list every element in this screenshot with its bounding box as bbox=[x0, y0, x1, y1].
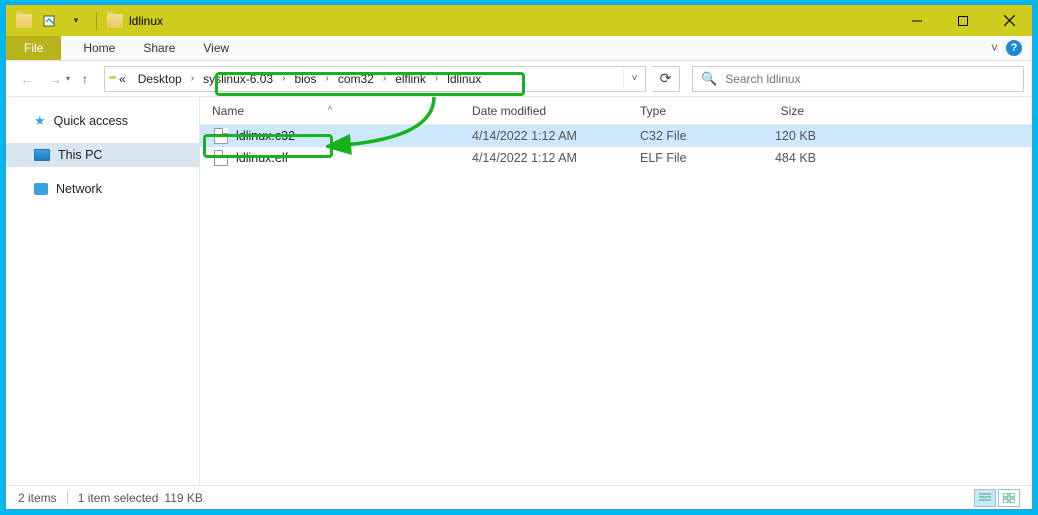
chevron-right-icon[interactable]: › bbox=[380, 67, 389, 91]
navigation-pane: ★ Quick access This PC Network bbox=[6, 97, 200, 485]
details-view-button[interactable] bbox=[974, 489, 996, 507]
nav-item-label: Network bbox=[56, 182, 102, 196]
file-type: ELF File bbox=[640, 151, 740, 165]
chevron-right-icon[interactable]: › bbox=[322, 67, 331, 91]
file-name: ldlinux.c32 bbox=[236, 129, 472, 143]
column-type[interactable]: Type bbox=[628, 104, 728, 118]
status-bar: 2 items 1 item selected 119 KB bbox=[6, 485, 1032, 509]
file-date: 4/14/2022 1:12 AM bbox=[472, 129, 640, 143]
column-headers: Name ˄ Date modified Type Size bbox=[200, 97, 1032, 125]
window-title: ldlinux bbox=[129, 14, 163, 28]
tab-home[interactable]: Home bbox=[69, 36, 129, 60]
back-button[interactable]: ← bbox=[14, 66, 40, 92]
file-icon bbox=[214, 128, 228, 144]
chevron-right-icon[interactable]: › bbox=[279, 67, 288, 91]
nav-item-label: This PC bbox=[58, 148, 102, 162]
breadcrumb-segment[interactable]: syslinux-6.03 bbox=[197, 67, 279, 91]
file-name: ldlinux.elf bbox=[236, 151, 472, 165]
sort-arrow-icon: ˄ bbox=[327, 103, 332, 113]
breadcrumb-segment[interactable]: elflink bbox=[389, 67, 432, 91]
file-row[interactable]: ldlinux.elf 4/14/2022 1:12 AM ELF File 4… bbox=[200, 147, 1032, 169]
network-icon bbox=[34, 183, 48, 195]
status-count: 2 items bbox=[18, 491, 57, 505]
folder-icon bbox=[107, 14, 123, 28]
file-list: Name ˄ Date modified Type Size ldlinux.c… bbox=[200, 97, 1032, 485]
breadcrumb-segment[interactable]: com32 bbox=[332, 67, 380, 91]
file-size: 484 KB bbox=[740, 151, 830, 165]
nav-toolbar: ← → ▾ ↑ « Desktop › syslinux-6.03 › bios… bbox=[6, 61, 1032, 97]
column-date[interactable]: Date modified bbox=[460, 104, 628, 118]
help-icon[interactable]: ? bbox=[1006, 40, 1022, 56]
qat-folder[interactable] bbox=[12, 10, 36, 32]
file-row[interactable]: ldlinux.c32 4/14/2022 1:12 AM C32 File 1… bbox=[200, 125, 1032, 147]
up-button[interactable]: ↑ bbox=[72, 66, 98, 92]
tab-view[interactable]: View bbox=[189, 36, 243, 60]
refresh-button[interactable]: ⟳ bbox=[652, 66, 680, 92]
search-input[interactable] bbox=[723, 71, 1023, 87]
ribbon-expand[interactable]: ˅ bbox=[991, 41, 998, 55]
column-size[interactable]: Size bbox=[728, 104, 818, 118]
history-dropdown[interactable]: ▾ bbox=[66, 74, 70, 83]
title-bar: ▾ ldlinux bbox=[6, 5, 1032, 36]
minimize-button[interactable] bbox=[894, 5, 940, 36]
star-icon: ★ bbox=[34, 113, 46, 129]
tab-file[interactable]: File bbox=[6, 36, 61, 60]
address-dropdown[interactable]: ˅ bbox=[623, 67, 645, 91]
status-selection: 1 item selected bbox=[78, 491, 159, 505]
pc-icon bbox=[34, 149, 50, 161]
breadcrumb-segment[interactable]: ldlinux bbox=[441, 67, 487, 91]
explorer-window: ▾ ldlinux File Home Share View ˅ ? bbox=[5, 4, 1033, 510]
tab-share[interactable]: Share bbox=[129, 36, 189, 60]
nav-item-network[interactable]: Network bbox=[6, 177, 199, 201]
folder-icon bbox=[16, 14, 32, 28]
qat-properties[interactable] bbox=[38, 10, 62, 32]
file-icon bbox=[214, 150, 228, 166]
file-type: C32 File bbox=[640, 129, 740, 143]
nav-item-label: Quick access bbox=[54, 114, 128, 128]
forward-button[interactable]: → bbox=[42, 66, 68, 92]
chevron-right-icon[interactable]: › bbox=[188, 67, 197, 91]
chevron-right-icon[interactable]: › bbox=[432, 67, 441, 91]
address-bar[interactable]: « Desktop › syslinux-6.03 › bios › com32… bbox=[104, 66, 646, 92]
ribbon: File Home Share View ˅ ? bbox=[6, 36, 1032, 61]
status-size: 119 KB bbox=[164, 491, 202, 505]
maximize-button[interactable] bbox=[940, 5, 986, 36]
thumbnail-view-button[interactable] bbox=[998, 489, 1020, 507]
search-box[interactable]: 🔍 bbox=[692, 66, 1024, 92]
breadcrumb-prefix[interactable]: « bbox=[113, 67, 132, 91]
nav-item-quick-access[interactable]: ★ Quick access bbox=[6, 109, 199, 133]
breadcrumb-segment[interactable]: bios bbox=[288, 67, 322, 91]
qat-dropdown[interactable]: ▾ bbox=[64, 10, 88, 32]
file-size: 120 KB bbox=[740, 129, 830, 143]
column-name[interactable]: Name ˄ bbox=[200, 104, 460, 118]
file-date: 4/14/2022 1:12 AM bbox=[472, 151, 640, 165]
nav-item-this-pc[interactable]: This PC bbox=[6, 143, 199, 167]
search-icon: 🔍 bbox=[701, 71, 717, 87]
breadcrumb-segment[interactable]: Desktop bbox=[132, 67, 188, 91]
close-button[interactable] bbox=[986, 5, 1032, 36]
